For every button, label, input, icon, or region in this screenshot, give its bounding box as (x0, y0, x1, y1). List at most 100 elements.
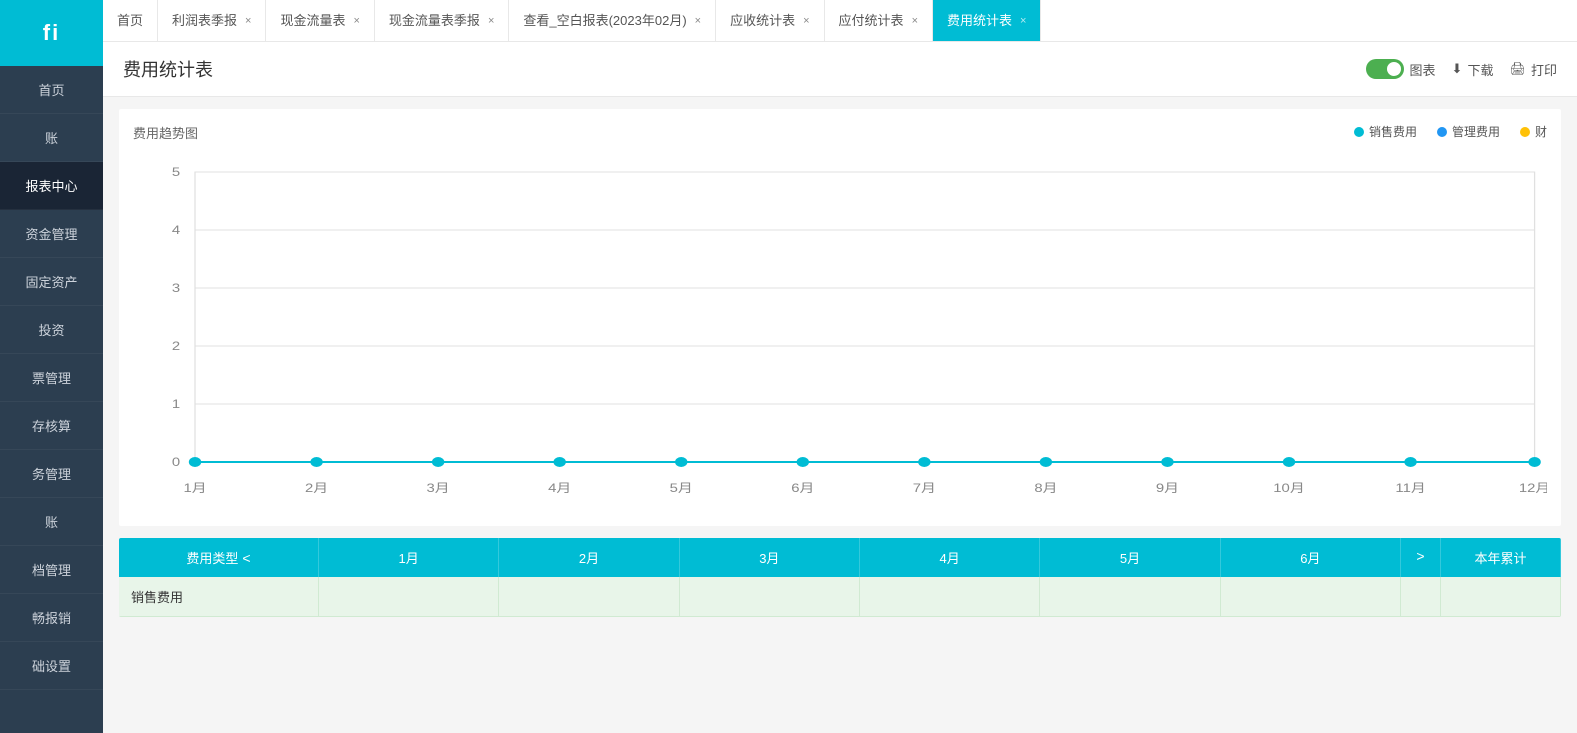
tab-home[interactable]: 首页 (103, 0, 158, 42)
svg-text:2: 2 (172, 339, 180, 352)
sidebar-item-ledger[interactable]: 账 (0, 498, 103, 546)
print-button[interactable]: 🖨 打印 (1509, 60, 1557, 79)
logo: fi (0, 0, 103, 66)
tab-close-cashflow[interactable]: × (353, 0, 359, 42)
th-m2: 2月 (499, 538, 679, 577)
sidebar-item-investment[interactable]: 投资 (0, 306, 103, 354)
svg-text:9月: 9月 (1156, 481, 1179, 494)
chart-area: 0 1 2 3 4 5 1月 2月 3月 4月 5月 6月 7月 8月 9 (133, 152, 1547, 512)
legend-label-mgmt: 管理费用 (1452, 123, 1500, 140)
td-m2 (499, 577, 679, 616)
nav-arrow-left[interactable]: < (242, 550, 250, 566)
legend-item-mgmt: 管理费用 (1437, 123, 1500, 140)
legend-dot-finance (1520, 127, 1530, 137)
th-m1: 1月 (319, 538, 499, 577)
tab-payable[interactable]: 应付统计表× (825, 0, 933, 42)
svg-text:2月: 2月 (305, 481, 328, 494)
td-m3 (680, 577, 860, 616)
legend-item-sales: 销售费用 (1354, 123, 1417, 140)
th-nav_arrow_right[interactable]: > (1401, 538, 1441, 577)
sidebar-item-expenses[interactable]: 畅报销 (0, 594, 103, 642)
tab-label-expense-stats: 费用统计表 (947, 0, 1012, 42)
th-m4: 4月 (860, 538, 1040, 577)
table-section: 费用类型<1月2月3月4月5月6月>本年累计 销售费用 (119, 538, 1561, 617)
svg-text:4: 4 (172, 223, 181, 236)
td-type: 销售费用 (119, 577, 319, 616)
td-empty-7 (1401, 577, 1441, 616)
th-type-label: 费用类型 (186, 548, 238, 567)
sidebar-item-service-mgmt[interactable]: 务管理 (0, 450, 103, 498)
legend-item-finance: 财 (1520, 123, 1547, 140)
tab-close-blank-report[interactable]: × (695, 0, 701, 42)
chart-title: 费用趋势图 (133, 123, 198, 142)
tab-close-receivable[interactable]: × (803, 0, 809, 42)
sidebar-item-invoice-mgmt[interactable]: 票管理 (0, 354, 103, 402)
td-m6 (1221, 577, 1401, 616)
th-m6: 6月 (1221, 538, 1401, 577)
svg-text:11月: 11月 (1395, 481, 1425, 494)
tab-label-profit-quarterly: 利润表季报 (172, 0, 237, 42)
chart-toggle-wrap[interactable]: 图表 (1366, 59, 1436, 79)
table-body: 销售费用 (119, 577, 1561, 617)
sidebar-item-fixed-assets[interactable]: 固定资产 (0, 258, 103, 306)
chart-toggle[interactable] (1366, 59, 1404, 79)
sidebar-item-home[interactable]: 首页 (0, 66, 103, 114)
tab-receivable[interactable]: 应收统计表× (716, 0, 824, 42)
sidebar-item-archive-mgmt[interactable]: 档管理 (0, 546, 103, 594)
tab-close-profit-quarterly[interactable]: × (245, 0, 251, 42)
td-m5 (1040, 577, 1220, 616)
tab-close-expense-stats[interactable]: × (1020, 0, 1026, 42)
svg-text:1月: 1月 (183, 481, 206, 494)
tab-expense-stats[interactable]: 费用统计表× (933, 0, 1041, 42)
table-header: 费用类型<1月2月3月4月5月6月>本年累计 (119, 538, 1561, 577)
th-ytd: 本年累计 (1441, 538, 1561, 577)
print-icon: 🖨 (1509, 61, 1526, 77)
page-title: 费用统计表 (123, 56, 213, 82)
tab-label-blank-report: 查看_空白报表(2023年02月) (523, 0, 686, 42)
svg-text:0: 0 (172, 455, 180, 468)
tab-label-home: 首页 (117, 0, 143, 42)
sidebar-item-report-center[interactable]: 报表中心 (0, 162, 103, 210)
svg-text:7月: 7月 (913, 481, 936, 494)
tab-blank-report[interactable]: 查看_空白报表(2023年02月)× (509, 0, 716, 42)
tab-profit-quarterly[interactable]: 利润表季报× (158, 0, 266, 42)
page-header: 费用统计表 图表 ⬇ 下载 🖨 打印 (103, 42, 1577, 97)
legend-dot-mgmt (1437, 127, 1447, 137)
tab-cashflow[interactable]: 现金流量表× (266, 0, 374, 42)
tab-close-cashflow-quarterly[interactable]: × (488, 0, 494, 42)
toolbar: 图表 ⬇ 下载 🖨 打印 (1366, 59, 1557, 79)
main-content: 首页利润表季报×现金流量表×现金流量表季报×查看_空白报表(2023年02月)×… (103, 0, 1577, 733)
svg-text:12月: 12月 (1519, 481, 1547, 494)
sidebar-item-inventory[interactable]: 存核算 (0, 402, 103, 450)
td-m4 (860, 577, 1040, 616)
page-content: 费用统计表 图表 ⬇ 下载 🖨 打印 费用趋势图 销售费用管理 (103, 42, 1577, 733)
svg-text:5: 5 (172, 165, 180, 178)
chart-svg: 0 1 2 3 4 5 1月 2月 3月 4月 5月 6月 7月 8月 9 (133, 152, 1547, 512)
svg-text:10月: 10月 (1273, 481, 1304, 494)
tab-cashflow-quarterly[interactable]: 现金流量表季报× (375, 0, 509, 42)
legend-label-finance: 财 (1535, 123, 1547, 140)
sidebar-item-settings[interactable]: 础设置 (0, 642, 103, 690)
tab-close-payable[interactable]: × (912, 0, 918, 42)
td-m1 (319, 577, 499, 616)
svg-text:4月: 4月 (548, 481, 571, 494)
svg-text:5月: 5月 (670, 481, 693, 494)
svg-text:3月: 3月 (427, 481, 450, 494)
table-row: 销售费用 (119, 577, 1561, 617)
tab-label-receivable: 应收统计表 (730, 0, 795, 42)
legend-label-sales: 销售费用 (1369, 123, 1417, 140)
svg-text:1: 1 (172, 397, 180, 410)
tab-bar: 首页利润表季报×现金流量表×现金流量表季报×查看_空白报表(2023年02月)×… (103, 0, 1577, 42)
tab-label-cashflow: 现金流量表 (280, 0, 345, 42)
nav-arrow-right[interactable]: > (1416, 548, 1424, 564)
download-button[interactable]: ⬇ 下载 (1452, 60, 1494, 79)
td-ytd (1441, 577, 1561, 616)
chart-legend: 销售费用 管理费用 财 (1354, 123, 1547, 140)
svg-text:3: 3 (172, 281, 180, 294)
sidebar-item-account[interactable]: 账 (0, 114, 103, 162)
sidebar-item-fund-mgmt[interactable]: 资金管理 (0, 210, 103, 258)
tab-label-cashflow-quarterly: 现金流量表季报 (389, 0, 480, 42)
tab-label-payable: 应付统计表 (839, 0, 904, 42)
th-type: 费用类型< (119, 538, 319, 577)
chart-toggle-label: 图表 (1410, 60, 1436, 79)
